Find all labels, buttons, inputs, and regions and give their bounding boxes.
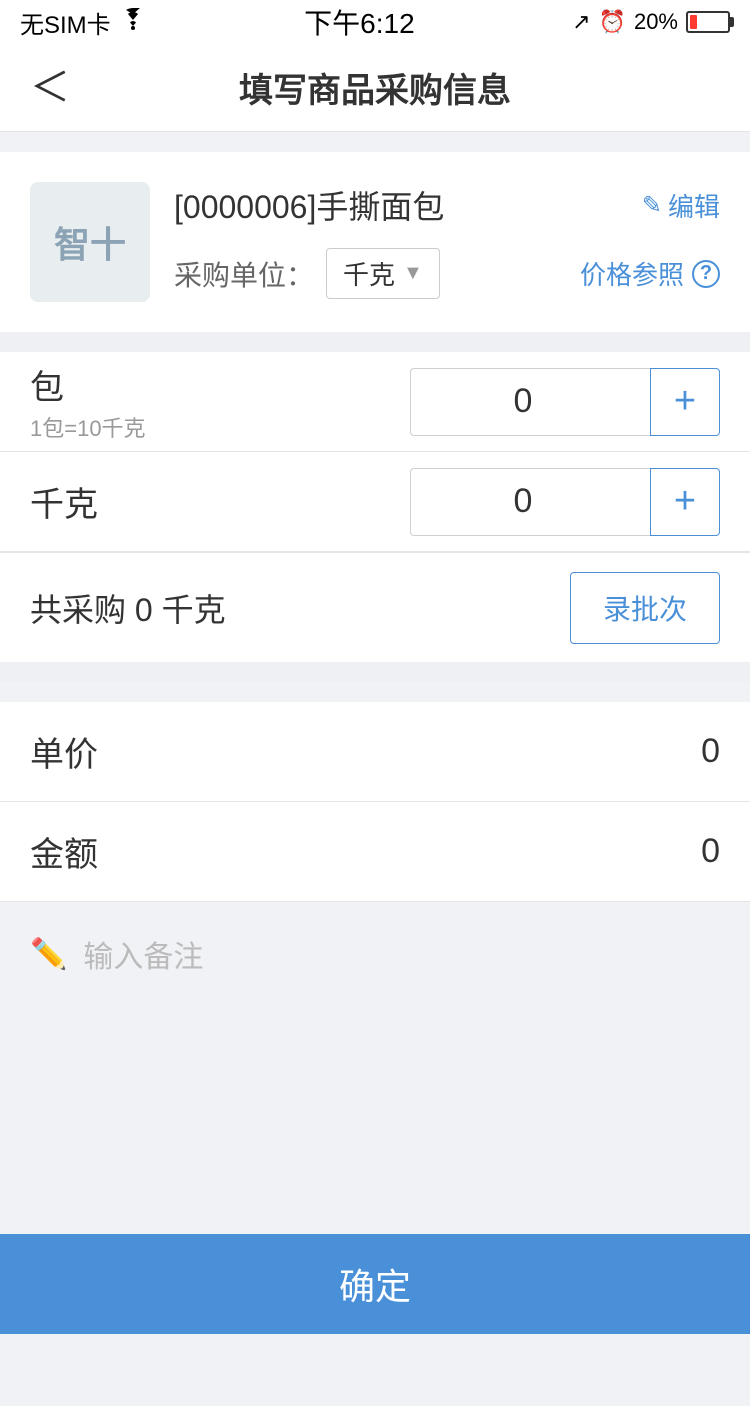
battery-percentage: 20% (634, 9, 678, 35)
product-logo: 智十 (54, 216, 126, 268)
wifi-icon (119, 8, 147, 37)
dropdown-arrow-icon: ▼ (403, 262, 423, 285)
nav-bar: ＜ 填写商品采购信息 (0, 44, 750, 132)
location-icon: ↗ (572, 9, 590, 35)
pack-label: 包 1包=10千克 (30, 360, 190, 443)
section-divider-2 (0, 662, 750, 682)
amount-row: 金额 0 (0, 802, 750, 902)
alarm-icon: ⏰ (599, 9, 626, 35)
unit-price-row: 单价 0 (0, 702, 750, 802)
pack-input-right: + (190, 368, 720, 436)
product-name: [0000006]手撕面包 (174, 182, 444, 228)
product-unit-row: 采购单位： 千克 ▼ 价格参照 ? (174, 248, 720, 299)
status-bar: 无SIM卡 下午6:12 ↗ ⏰ 20% (0, 0, 750, 44)
help-icon: ? (692, 260, 720, 288)
product-title-row: [0000006]手撕面包 ✎ 编辑 (174, 182, 720, 228)
input-section: 包 1包=10千克 + 千克 + (0, 352, 750, 552)
pack-input-row: 包 1包=10千克 + (0, 352, 750, 452)
kg-label: 千克 (30, 477, 190, 526)
kg-input-right: + (190, 468, 720, 536)
unit-price-value: 0 (701, 732, 720, 771)
battery-icon (686, 11, 730, 33)
amount-value: 0 (701, 832, 720, 871)
product-card: 智十 [0000006]手撕面包 ✎ 编辑 采购单位： 千克 ▼ 价格参照 ? (0, 152, 750, 332)
kg-quantity-input[interactable] (410, 468, 650, 536)
record-batch-button[interactable]: 录批次 (570, 572, 720, 644)
unit-label: 采购单位： 千克 ▼ (174, 248, 440, 299)
price-ref-button[interactable]: 价格参照 ? (580, 255, 720, 292)
edit-button[interactable]: ✎ 编辑 (642, 187, 720, 224)
section-divider-1 (0, 332, 750, 352)
carrier-text: 无SIM卡 (20, 5, 111, 40)
product-info: [0000006]手撕面包 ✎ 编辑 采购单位： 千克 ▼ 价格参照 ? (174, 182, 720, 299)
edit-icon: ✎ (642, 191, 662, 220)
pencil-icon: ✏️ (30, 937, 67, 972)
note-placeholder: 输入备注 (83, 932, 203, 976)
total-row: 共采购 0 千克 录批次 (0, 552, 750, 662)
confirm-button[interactable]: 确定 (0, 1234, 750, 1334)
total-text: 共采购 0 千克 (30, 585, 226, 631)
amount-label: 金额 (30, 827, 98, 876)
status-time: 下午6:12 (304, 2, 415, 42)
page-title: 填写商品采购信息 (239, 63, 511, 112)
unit-price-label: 单价 (30, 727, 98, 776)
note-input-row[interactable]: ✏️ 输入备注 (0, 902, 750, 1006)
status-carrier: 无SIM卡 (20, 5, 147, 40)
unit-select[interactable]: 千克 ▼ (326, 248, 440, 299)
status-icons: ↗ ⏰ 20% (572, 9, 730, 35)
product-image: 智十 (30, 182, 150, 302)
price-section: 单价 0 金额 0 (0, 702, 750, 902)
pack-quantity-input[interactable] (410, 368, 650, 436)
back-button[interactable]: ＜ (30, 68, 70, 108)
kg-plus-button[interactable]: + (650, 468, 720, 536)
pack-plus-button[interactable]: + (650, 368, 720, 436)
bottom-spacer (0, 1006, 750, 1406)
kg-input-row: 千克 + (0, 452, 750, 552)
note-section: ✏️ 输入备注 (0, 902, 750, 1006)
